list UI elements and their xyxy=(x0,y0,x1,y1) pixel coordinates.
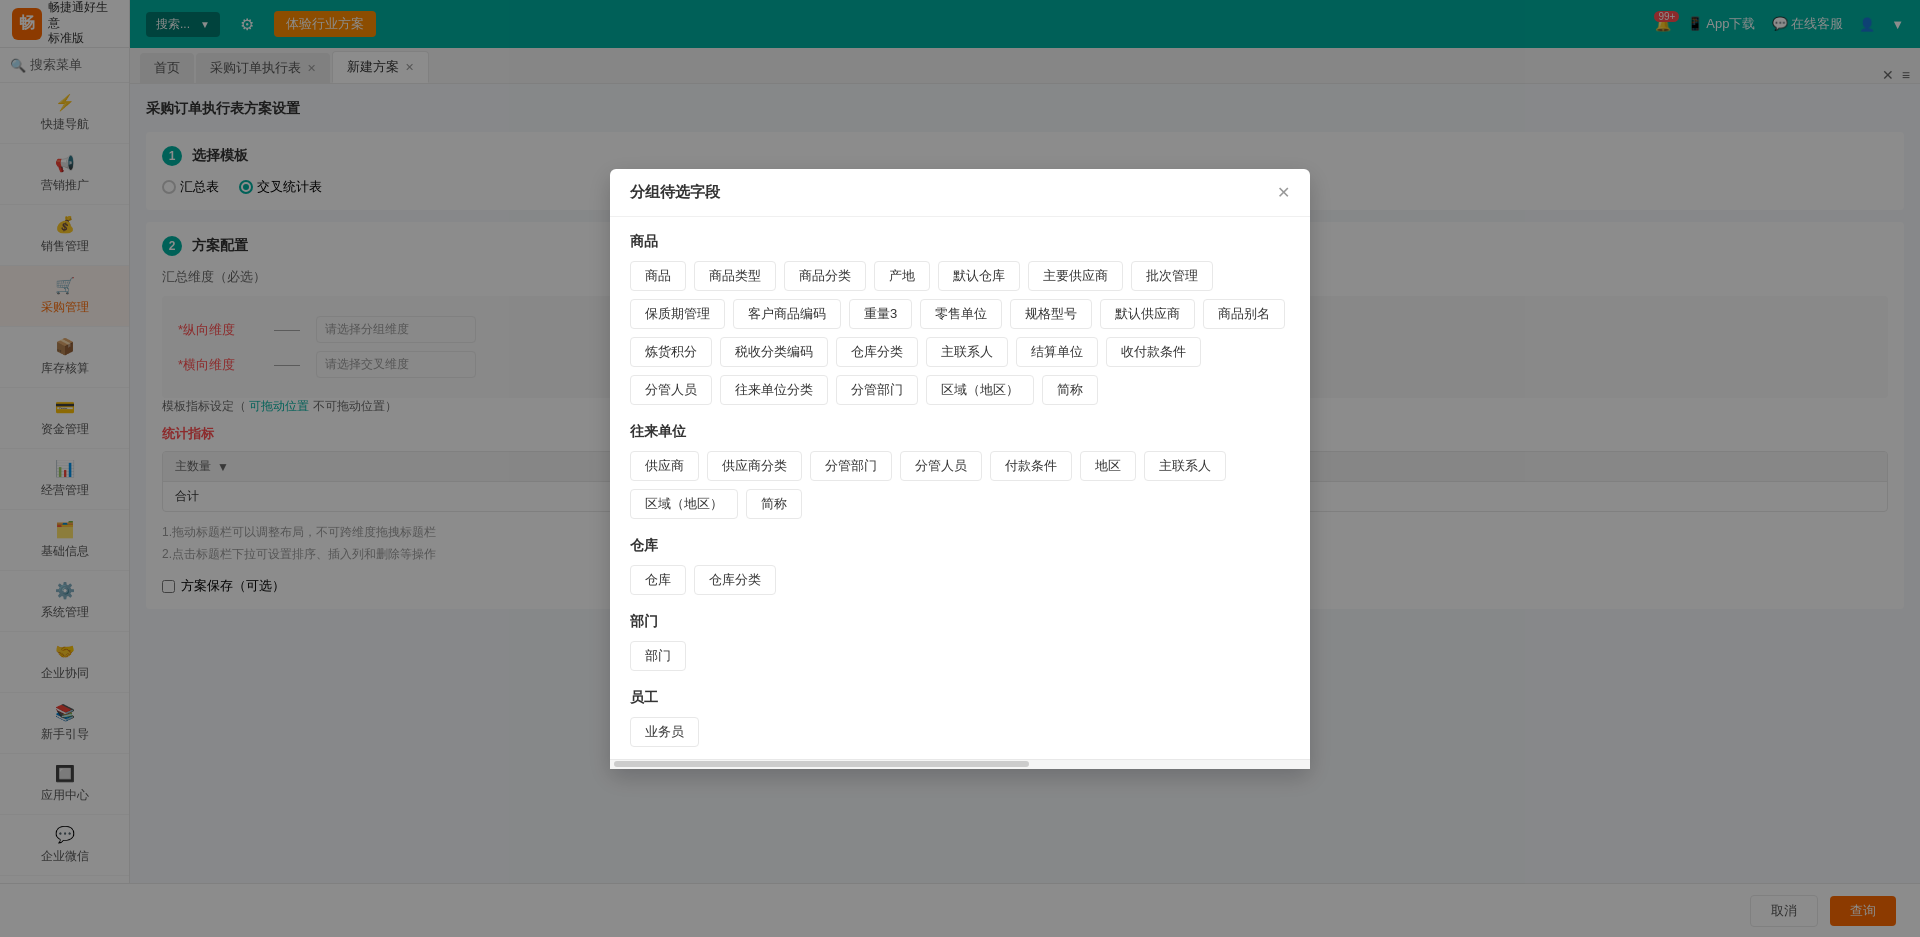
modal-header: 分组待选字段 ✕ xyxy=(610,169,1310,217)
field-tag[interactable]: 分管部门 xyxy=(810,451,892,481)
field-tag[interactable]: 保质期管理 xyxy=(630,299,725,329)
field-tag[interactable]: 炼货积分 xyxy=(630,337,712,367)
field-list-warehouse: 仓库 仓库分类 xyxy=(630,565,1290,595)
field-tag[interactable]: 仓库 xyxy=(630,565,686,595)
field-tag[interactable]: 分管人员 xyxy=(630,375,712,405)
field-list-employee: 业务员 xyxy=(630,717,1290,747)
field-group-partner-title: 往来单位 xyxy=(630,423,1290,441)
field-tag[interactable]: 收付款条件 xyxy=(1106,337,1201,367)
field-tag[interactable]: 付款条件 xyxy=(990,451,1072,481)
field-tag[interactable]: 商品别名 xyxy=(1203,299,1285,329)
field-tag[interactable]: 批次管理 xyxy=(1131,261,1213,291)
field-tag[interactable]: 主要供应商 xyxy=(1028,261,1123,291)
field-group-goods: 商品 商品 商品类型 商品分类 产地 默认仓库 主要供应商 批次管理 保质期管理… xyxy=(630,233,1290,405)
field-tag[interactable]: 商品 xyxy=(630,261,686,291)
field-group-goods-title: 商品 xyxy=(630,233,1290,251)
field-tag[interactable]: 结算单位 xyxy=(1016,337,1098,367)
modal-overlay: 分组待选字段 ✕ 商品 商品 商品类型 商品分类 产地 默认仓库 主要供应商 批… xyxy=(0,0,1920,937)
field-tag[interactable]: 供应商分类 xyxy=(707,451,802,481)
field-tag[interactable]: 部门 xyxy=(630,641,686,671)
field-tag[interactable]: 重量3 xyxy=(849,299,912,329)
field-tag[interactable]: 区域（地区） xyxy=(630,489,738,519)
field-tag[interactable]: 仓库分类 xyxy=(694,565,776,595)
field-tag[interactable]: 默认仓库 xyxy=(938,261,1020,291)
field-tag[interactable]: 商品类型 xyxy=(694,261,776,291)
field-group-employee-title: 员工 xyxy=(630,689,1290,707)
field-tag[interactable]: 客户商品编码 xyxy=(733,299,841,329)
field-group-dept-title: 部门 xyxy=(630,613,1290,631)
field-tag[interactable]: 分管部门 xyxy=(836,375,918,405)
field-group-partner: 往来单位 供应商 供应商分类 分管部门 分管人员 付款条件 地区 主联系人 区域… xyxy=(630,423,1290,519)
field-list-goods: 商品 商品类型 商品分类 产地 默认仓库 主要供应商 批次管理 保质期管理 客户… xyxy=(630,261,1290,405)
field-tag[interactable]: 默认供应商 xyxy=(1100,299,1195,329)
field-tag[interactable]: 简称 xyxy=(746,489,802,519)
field-tag[interactable]: 主联系人 xyxy=(1144,451,1226,481)
field-tag[interactable]: 仓库分类 xyxy=(836,337,918,367)
modal-horizontal-scrollbar[interactable] xyxy=(610,759,1310,769)
field-tag[interactable]: 商品分类 xyxy=(784,261,866,291)
field-list-dept: 部门 xyxy=(630,641,1290,671)
field-tag[interactable]: 产地 xyxy=(874,261,930,291)
field-list-partner: 供应商 供应商分类 分管部门 分管人员 付款条件 地区 主联系人 区域（地区） … xyxy=(630,451,1290,519)
modal-body: 商品 商品 商品类型 商品分类 产地 默认仓库 主要供应商 批次管理 保质期管理… xyxy=(610,217,1310,759)
field-tag[interactable]: 税收分类编码 xyxy=(720,337,828,367)
field-group-employee: 员工 业务员 xyxy=(630,689,1290,747)
field-tag[interactable]: 零售单位 xyxy=(920,299,1002,329)
field-group-warehouse-title: 仓库 xyxy=(630,537,1290,555)
modal-close-button[interactable]: ✕ xyxy=(1277,183,1290,202)
field-group-dept: 部门 部门 xyxy=(630,613,1290,671)
field-tag[interactable]: 分管人员 xyxy=(900,451,982,481)
field-select-modal: 分组待选字段 ✕ 商品 商品 商品类型 商品分类 产地 默认仓库 主要供应商 批… xyxy=(610,169,1310,769)
field-group-warehouse: 仓库 仓库 仓库分类 xyxy=(630,537,1290,595)
field-tag[interactable]: 往来单位分类 xyxy=(720,375,828,405)
field-tag[interactable]: 简称 xyxy=(1042,375,1098,405)
field-tag[interactable]: 规格型号 xyxy=(1010,299,1092,329)
field-tag[interactable]: 主联系人 xyxy=(926,337,1008,367)
modal-title: 分组待选字段 xyxy=(630,183,720,202)
field-tag[interactable]: 地区 xyxy=(1080,451,1136,481)
field-tag[interactable]: 供应商 xyxy=(630,451,699,481)
field-tag[interactable]: 业务员 xyxy=(630,717,699,747)
modal-hscroll-thumb[interactable] xyxy=(614,761,1029,767)
field-tag[interactable]: 区域（地区） xyxy=(926,375,1034,405)
